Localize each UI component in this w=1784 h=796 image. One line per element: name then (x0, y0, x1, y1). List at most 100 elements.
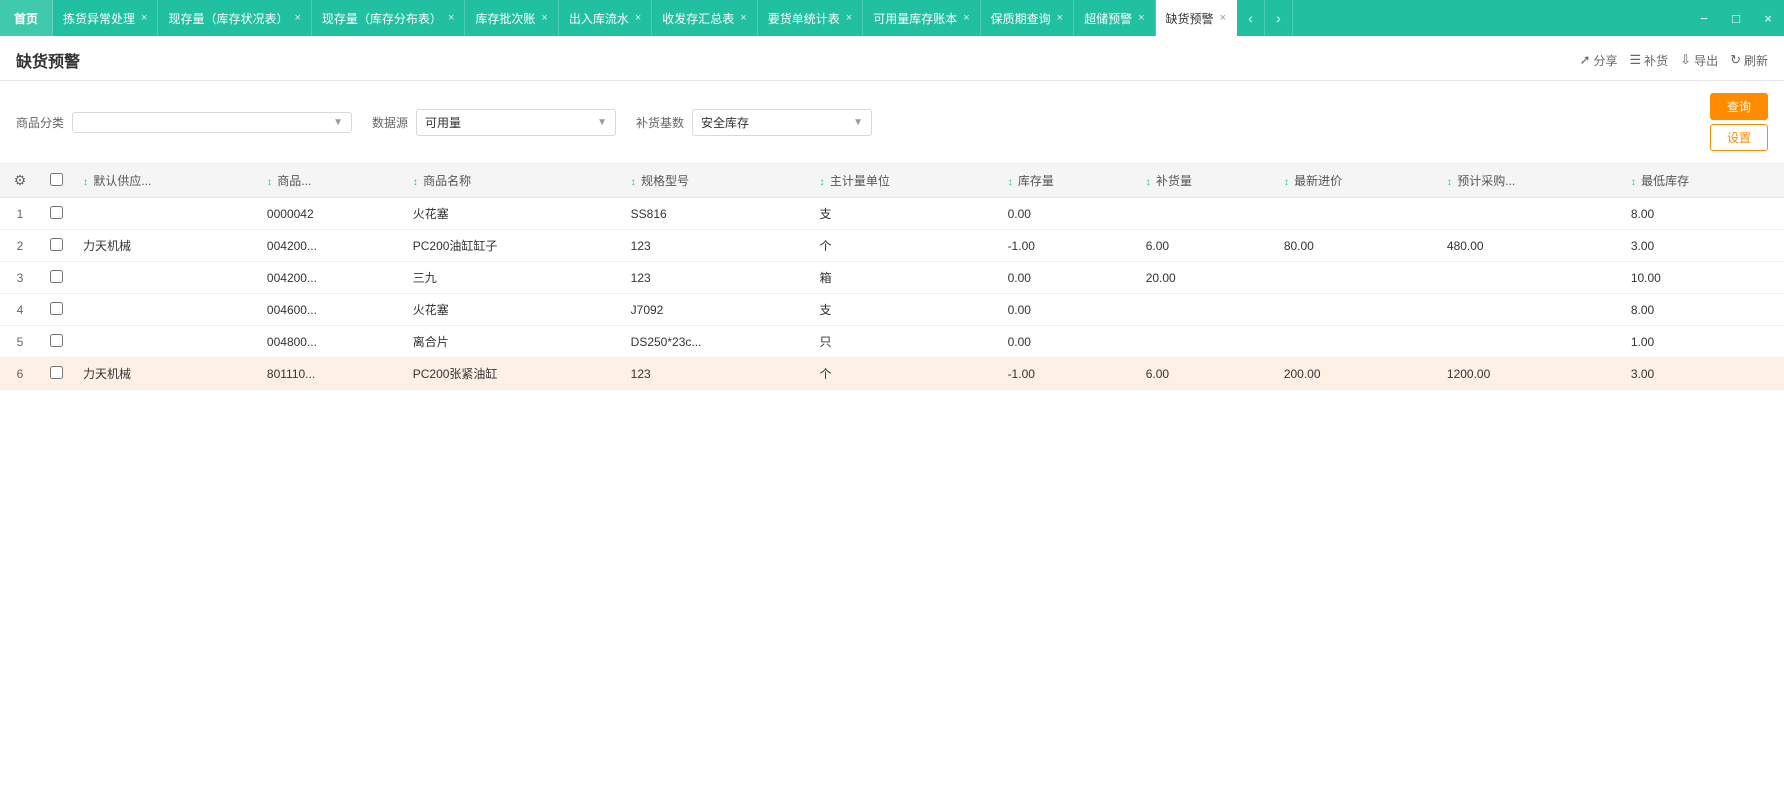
tab-order-stats[interactable]: 要货单统计表 × (758, 0, 863, 36)
row-spec-5: DS250*23c... (621, 326, 810, 358)
row-est-purchase-5 (1437, 326, 1621, 358)
sort-icon-price: ↕ (1284, 177, 1289, 188)
select-all-checkbox[interactable] (50, 173, 63, 186)
close-tab-inventory-status[interactable]: × (294, 12, 300, 24)
datasource-select[interactable]: 可用量 ▼ (416, 109, 616, 136)
gear-icon[interactable]: ⚙ (14, 172, 27, 188)
query-button[interactable]: 查询 (1710, 93, 1768, 120)
table-row: 1 0000042 火花塞 SS816 支 0.00 8.00 (0, 198, 1784, 230)
close-tab-batch-account[interactable]: × (541, 12, 547, 24)
sort-icon-replenish: ↕ (1146, 177, 1151, 188)
col-header-supplier[interactable]: ↕ 默认供应... (73, 164, 257, 198)
close-tab-collect-summary[interactable]: × (740, 12, 746, 24)
tab-inventory-status[interactable]: 现存量（库存状况表） × (158, 0, 311, 36)
window-maximize-btn[interactable]: □ (1720, 11, 1752, 26)
replenish-btn[interactable]: ☰ 补货 (1629, 52, 1668, 69)
refresh-icon: ↻ (1730, 52, 1741, 68)
row-product-name-1: 火花塞 (403, 198, 621, 230)
row-latest-price-3 (1274, 262, 1437, 294)
row-select-2[interactable] (50, 238, 63, 251)
window-close-btn[interactable]: × (1752, 11, 1784, 26)
table-row: 2 力天机械 004200... PC200油缸缸子 123 个 -1.00 6… (0, 230, 1784, 262)
close-tab-available-ledger[interactable]: × (963, 12, 969, 24)
row-checkbox-5[interactable] (40, 326, 73, 358)
tab-prev-btn[interactable]: ‹ (1237, 0, 1265, 36)
row-checkbox-6[interactable] (40, 358, 73, 390)
window-minimize-btn[interactable]: − (1688, 11, 1720, 26)
sort-icon-est-purchase: ↕ (1447, 177, 1452, 188)
row-stock-3: 0.00 (998, 262, 1136, 294)
row-checkbox-4[interactable] (40, 294, 73, 326)
col-checkbox (40, 164, 73, 198)
page-header: 缺货预警 ➚ 分享 ☰ 补货 ⇩ 导出 ↻ 刷新 (0, 36, 1784, 81)
sort-icon-code: ↕ (267, 177, 272, 188)
header-actions: ➚ 分享 ☰ 补货 ⇩ 导出 ↻ 刷新 (1580, 52, 1768, 69)
tab-available-ledger[interactable]: 可用量库存账本 × (863, 0, 980, 36)
row-select-6[interactable] (50, 366, 63, 379)
export-icon: ⇩ (1680, 52, 1691, 68)
sort-icon-min-stock: ↕ (1631, 177, 1636, 188)
col-header-latest-price[interactable]: ↕ 最新进价 (1274, 164, 1437, 198)
row-select-4[interactable] (50, 302, 63, 315)
row-num-1: 1 (0, 198, 40, 230)
row-product-code-5: 004800... (257, 326, 403, 358)
col-header-est-purchase[interactable]: ↕ 预计采购... (1437, 164, 1621, 198)
tab-expiry-query[interactable]: 保质期查询 × (981, 0, 1074, 36)
col-header-product-name[interactable]: ↕ 商品名称 (403, 164, 621, 198)
row-unit-5: 只 (809, 326, 997, 358)
refresh-btn[interactable]: ↻ 刷新 (1730, 52, 1768, 69)
category-select[interactable]: ▼ (72, 112, 352, 133)
tab-next-btn[interactable]: › (1265, 0, 1293, 36)
row-latest-price-4 (1274, 294, 1437, 326)
tab-batch-account[interactable]: 库存批次账 × (465, 0, 558, 36)
col-header-spec[interactable]: ↕ 规格型号 (621, 164, 810, 198)
tab-overstock[interactable]: 超储预警 × (1074, 0, 1155, 36)
row-product-code-6: 801110... (257, 358, 403, 390)
row-product-code-3: 004200... (257, 262, 403, 294)
row-checkbox-1[interactable] (40, 198, 73, 230)
main-content: 缺货预警 ➚ 分享 ☰ 补货 ⇩ 导出 ↻ 刷新 商品分类 (0, 36, 1784, 796)
tab-inventory-dist[interactable]: 现存量（库存分布表） × (312, 0, 465, 36)
col-header-product-code[interactable]: ↕ 商品... (257, 164, 403, 198)
row-product-name-3: 三九 (403, 262, 621, 294)
close-tab-inventory-dist[interactable]: × (448, 12, 454, 24)
replenish-base-arrow-icon: ▼ (853, 117, 863, 128)
row-checkbox-3[interactable] (40, 262, 73, 294)
row-est-purchase-4 (1437, 294, 1621, 326)
row-unit-3: 箱 (809, 262, 997, 294)
row-replenish-qty-4 (1136, 294, 1274, 326)
close-tab-shortage[interactable]: × (1220, 12, 1226, 24)
col-header-stock[interactable]: ↕ 库存量 (998, 164, 1136, 198)
col-header-unit[interactable]: ↕ 主计量单位 (809, 164, 997, 198)
row-select-5[interactable] (50, 334, 63, 347)
tab-inout-flow[interactable]: 出入库流水 × (559, 0, 652, 36)
row-supplier-6: 力天机械 (73, 358, 257, 390)
col-header-replenish-qty[interactable]: ↕ 补货量 (1136, 164, 1274, 198)
tab-shortage[interactable]: 缺货预警 × (1156, 0, 1237, 36)
close-tab-overstock[interactable]: × (1138, 12, 1144, 24)
close-tab-order-stats[interactable]: × (846, 12, 852, 24)
row-min-stock-3: 10.00 (1621, 262, 1784, 294)
share-btn[interactable]: ➚ 分享 (1580, 52, 1618, 69)
tab-home[interactable]: 首页 (0, 0, 53, 36)
row-replenish-qty-5 (1136, 326, 1274, 358)
replenish-base-value: 安全库存 (701, 114, 749, 131)
row-select-3[interactable] (50, 270, 63, 283)
row-stock-1: 0.00 (998, 198, 1136, 230)
tab-abnormal[interactable]: 拣货异常处理 × (53, 0, 158, 36)
replenish-icon: ☰ (1629, 52, 1641, 68)
row-supplier-2: 力天机械 (73, 230, 257, 262)
col-header-min-stock[interactable]: ↕ 最低库存 (1621, 164, 1784, 198)
replenish-base-select[interactable]: 安全库存 ▼ (692, 109, 872, 136)
close-tab-inout-flow[interactable]: × (635, 12, 641, 24)
row-supplier-1 (73, 198, 257, 230)
row-select-1[interactable] (50, 206, 63, 219)
close-tab-abnormal[interactable]: × (141, 12, 147, 24)
tab-collect-summary[interactable]: 收发存汇总表 × (652, 0, 757, 36)
row-replenish-qty-6: 6.00 (1136, 358, 1274, 390)
settings-button[interactable]: 设置 (1710, 124, 1768, 151)
close-tab-expiry-query[interactable]: × (1057, 12, 1063, 24)
row-replenish-qty-2: 6.00 (1136, 230, 1274, 262)
export-btn[interactable]: ⇩ 导出 (1680, 52, 1718, 69)
row-checkbox-2[interactable] (40, 230, 73, 262)
